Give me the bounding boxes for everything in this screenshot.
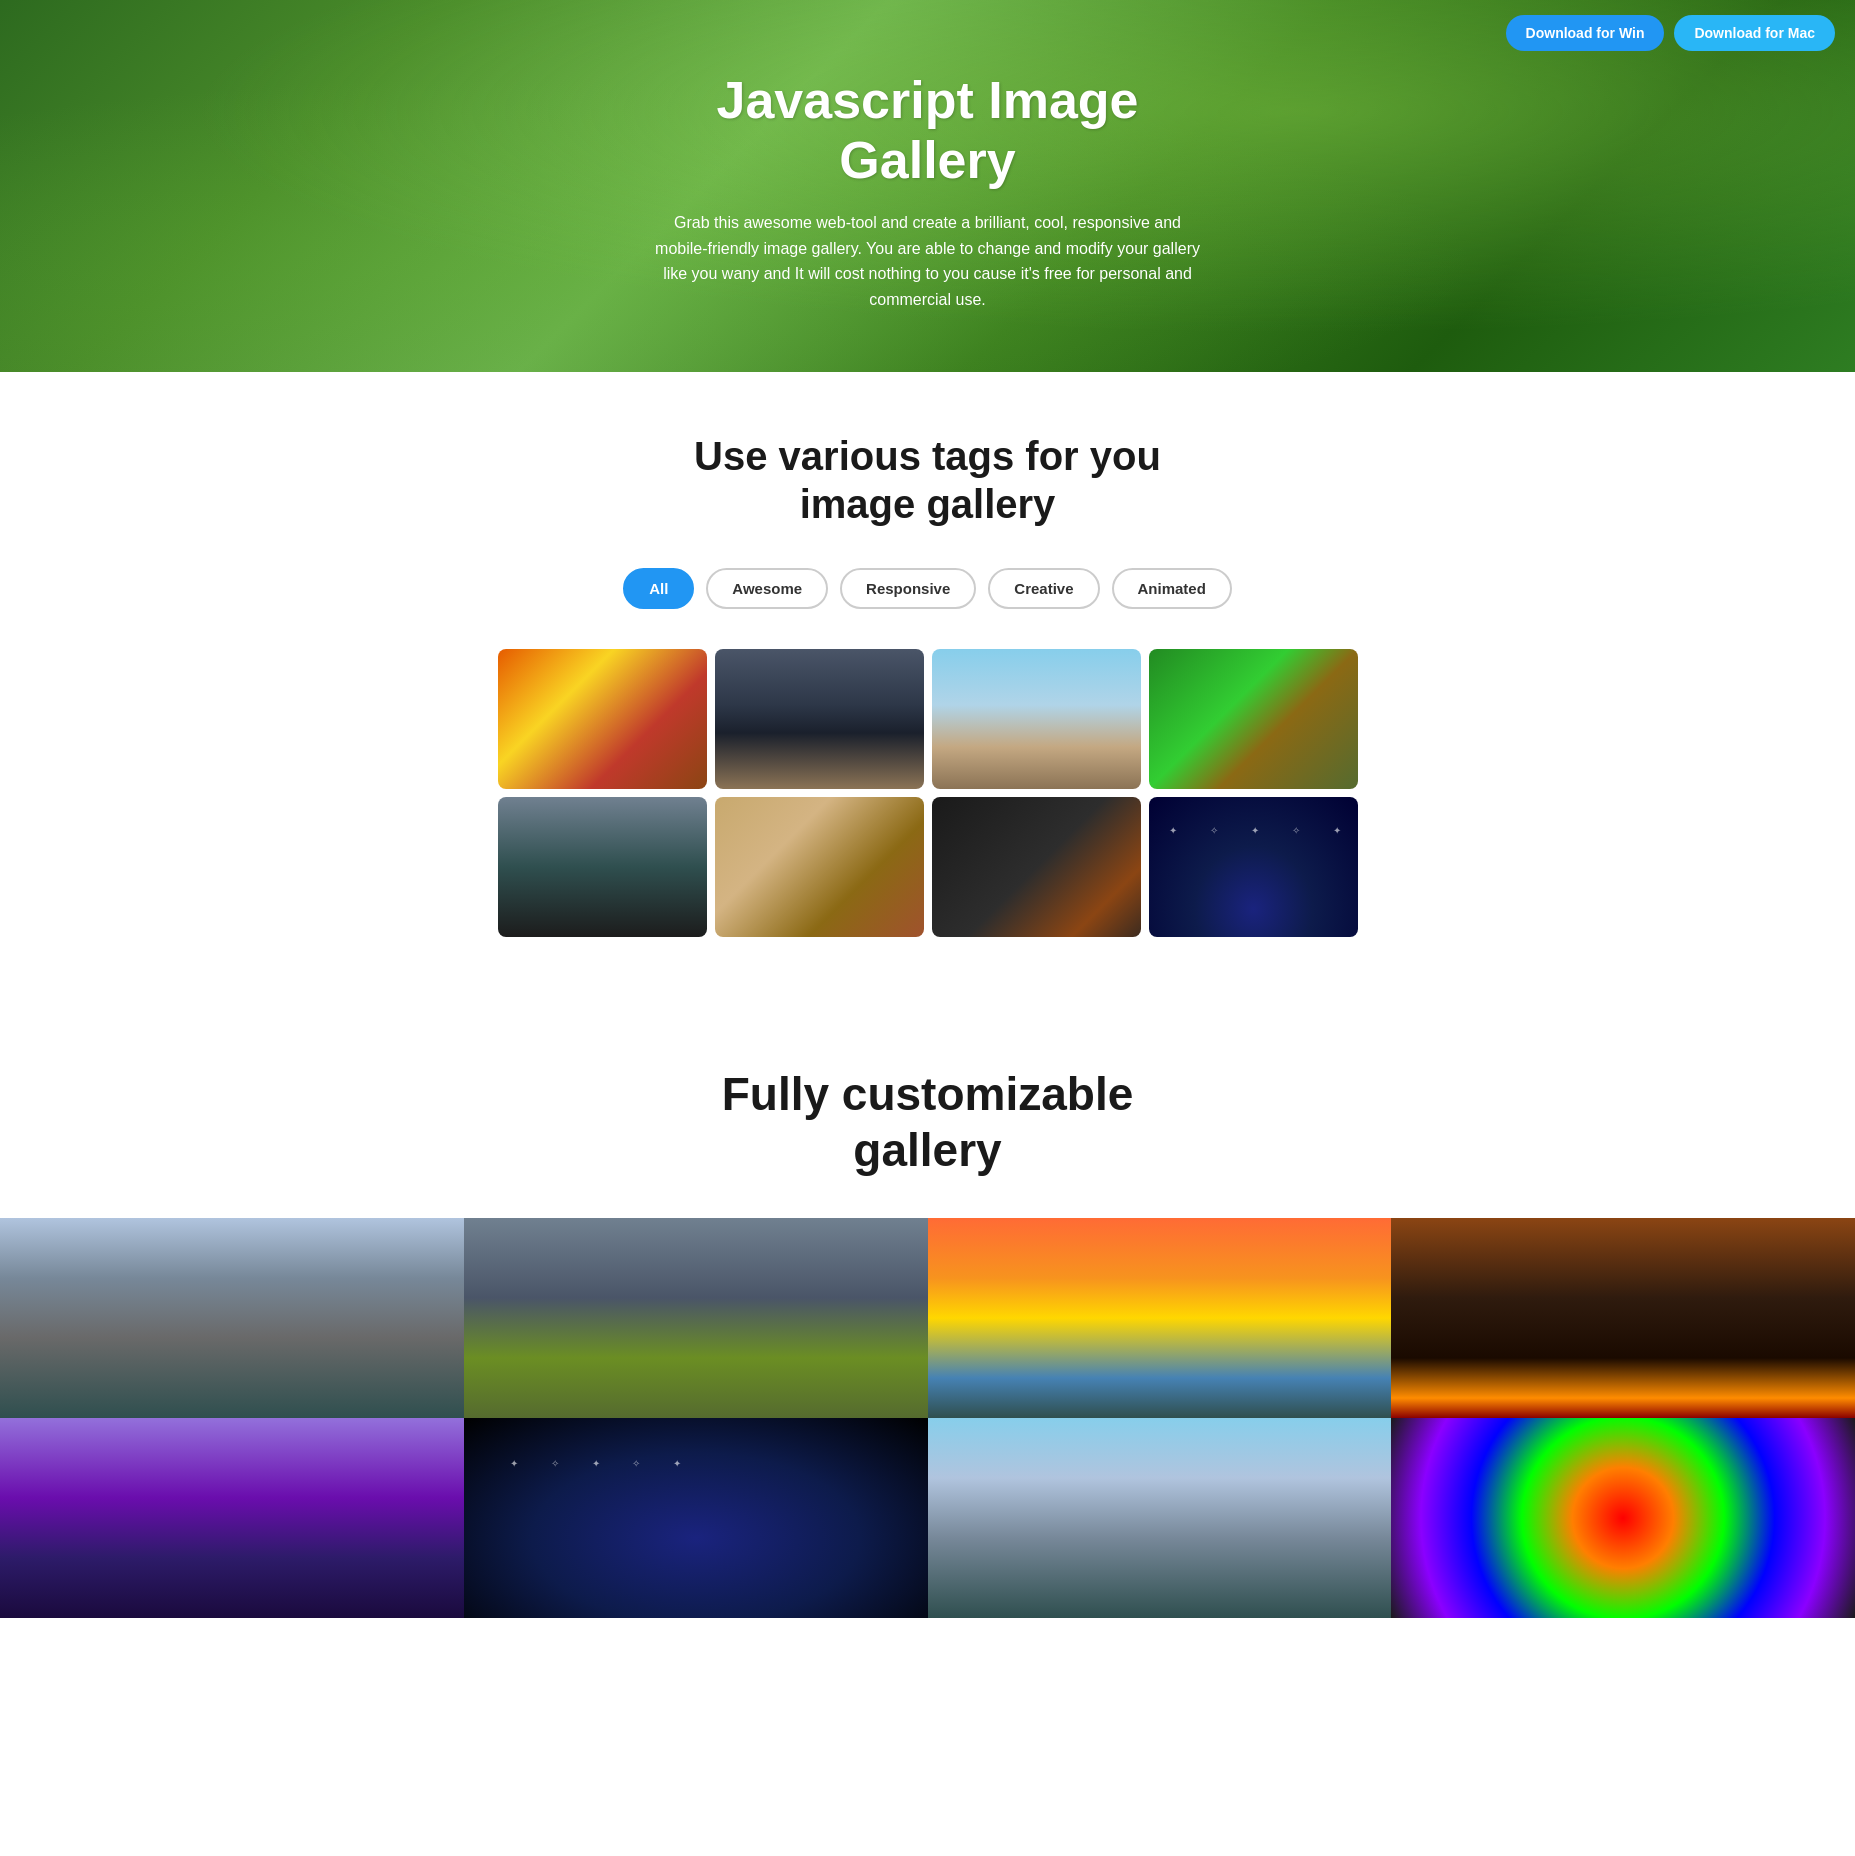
gallery-item[interactable] bbox=[715, 649, 924, 789]
filter-buttons-container: All Awesome Responsive Creative Animated bbox=[20, 568, 1835, 609]
full-gallery-item[interactable] bbox=[928, 1418, 1392, 1618]
tags-section: Use various tags for you image gallery A… bbox=[0, 372, 1855, 1027]
full-gallery-item[interactable] bbox=[464, 1218, 928, 1418]
download-mac-button[interactable]: Download for Mac bbox=[1674, 15, 1835, 51]
customizable-section: Fully customizable gallery bbox=[0, 1027, 1855, 1617]
gallery-item[interactable] bbox=[715, 797, 924, 937]
gallery-item[interactable] bbox=[498, 797, 707, 937]
filter-responsive[interactable]: Responsive bbox=[840, 568, 976, 609]
hero-description: Grab this awesome web-tool and create a … bbox=[648, 210, 1208, 312]
gallery-item[interactable] bbox=[1149, 649, 1358, 789]
hero-content: Javascript Image Gallery Grab this aweso… bbox=[648, 70, 1208, 312]
filter-awesome[interactable]: Awesome bbox=[706, 568, 828, 609]
hero-section: Download for Win Download for Mac Javasc… bbox=[0, 0, 1855, 372]
full-gallery-item[interactable] bbox=[464, 1418, 928, 1618]
full-gallery bbox=[0, 1218, 1855, 1618]
gallery-item[interactable] bbox=[498, 649, 707, 789]
full-gallery-item[interactable] bbox=[928, 1218, 1392, 1418]
full-gallery-item[interactable] bbox=[1391, 1218, 1855, 1418]
download-win-button[interactable]: Download for Win bbox=[1506, 15, 1665, 51]
filter-all[interactable]: All bbox=[623, 568, 694, 609]
download-buttons: Download for Win Download for Mac bbox=[1506, 15, 1835, 51]
hero-title: Javascript Image Gallery bbox=[648, 70, 1208, 190]
full-gallery-item[interactable] bbox=[0, 1218, 464, 1418]
gallery-grid bbox=[478, 649, 1378, 937]
full-gallery-item[interactable] bbox=[0, 1418, 464, 1618]
gallery-item[interactable] bbox=[932, 797, 1141, 937]
tags-heading: Use various tags for you image gallery bbox=[20, 432, 1835, 528]
filter-creative[interactable]: Creative bbox=[988, 568, 1099, 609]
customizable-heading: Fully customizable gallery bbox=[0, 1067, 1855, 1177]
gallery-item[interactable] bbox=[932, 649, 1141, 789]
full-gallery-item[interactable] bbox=[1391, 1418, 1855, 1618]
gallery-item[interactable] bbox=[1149, 797, 1358, 937]
filter-animated[interactable]: Animated bbox=[1112, 568, 1232, 609]
